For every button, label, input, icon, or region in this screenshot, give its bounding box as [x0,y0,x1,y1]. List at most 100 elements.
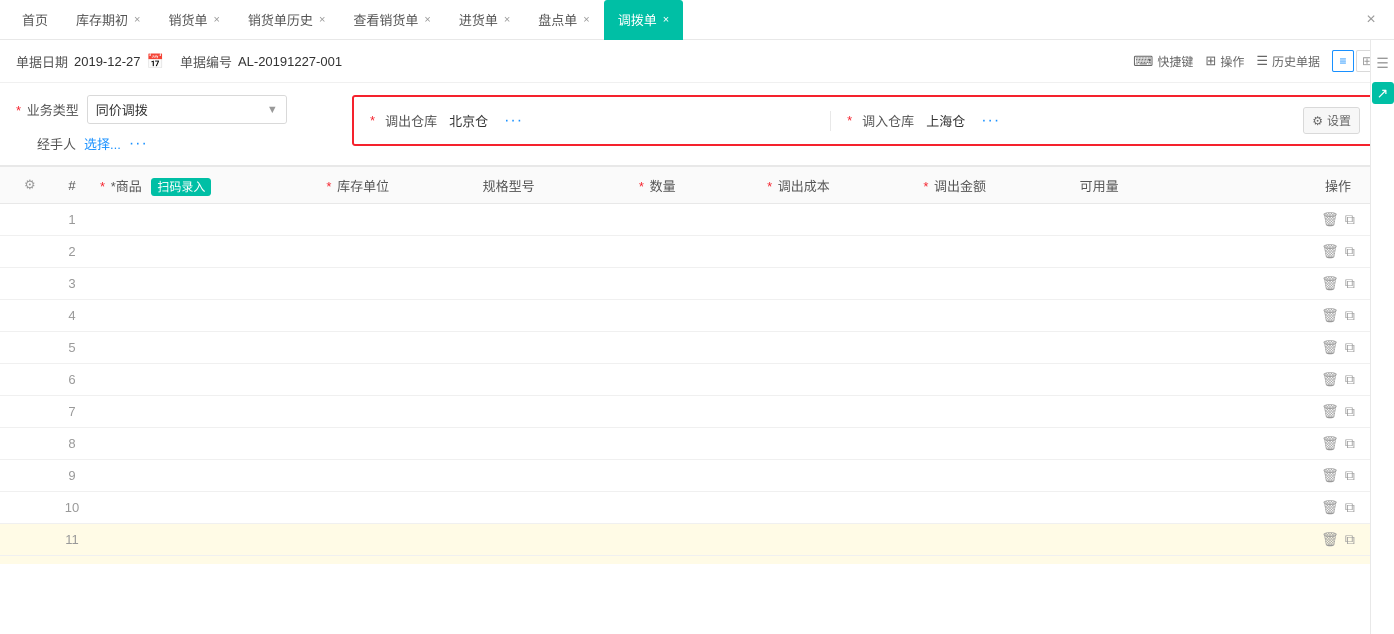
copy-icon[interactable]: ⧉ [1345,499,1355,516]
table-row: 2 🗑 ⧉ [0,236,1394,268]
number-label: 单据编号 [180,52,232,71]
right-sidebar: ☰ ↗ [1370,40,1394,634]
tab-inventory-close[interactable]: × [583,14,589,26]
gear-icon: ⚙ [1312,114,1323,128]
tab-home[interactable]: 首页 [8,0,62,40]
copy-icon[interactable]: ⧉ [1345,307,1355,324]
agent-more-button[interactable]: ··· [129,135,148,153]
tab-stock-init[interactable]: 库存期初 × [62,0,154,40]
warehouse-selection-box: * 调出仓库 北京仓 ··· * 调入仓库 上海仓 ··· ⚙ 设置 [352,95,1378,146]
tab-sales-history-label: 销货单历史 [248,10,313,29]
out-warehouse-more-button[interactable]: ··· [504,112,523,130]
agent-label: 经手人 [16,134,76,153]
copy-icon[interactable]: ⧉ [1345,339,1355,356]
delete-icon[interactable]: 🗑 [1321,307,1339,324]
copy-icon[interactable]: ⧉ [1345,403,1355,420]
out-warehouse-label: 调出仓库 [385,111,437,130]
delete-icon[interactable]: 🗑 [1321,211,1339,228]
tab-transfer-close[interactable]: × [663,14,669,26]
copy-icon[interactable]: ⧉ [1345,243,1355,260]
out-warehouse-section: * 调出仓库 北京仓 ··· [370,111,814,130]
tab-sales-order-close[interactable]: × [213,14,219,26]
delete-icon[interactable]: 🗑 [1321,403,1339,420]
operations-button[interactable]: ⊞ 操作 [1205,53,1244,70]
table-header: ⚙ # * *商品 扫码录入 * 库存单位 规格型号 * 数量 * 调出成本 [0,166,1394,204]
copy-icon[interactable]: ⧉ [1345,467,1355,484]
operations-label: 操作 [1220,53,1244,70]
business-type-row: * 业务类型 同价调拨 ▼ [16,95,336,124]
tab-view-sales[interactable]: 查看销货单 × [339,0,444,40]
tab-inventory-label: 盘点单 [538,10,577,29]
row-num: 1 [52,212,92,227]
copy-icon[interactable]: ⧉ [1345,531,1355,548]
sidebar-list-icon[interactable]: ☰ [1372,52,1394,74]
tab-sales-order[interactable]: 销货单 × [154,0,233,40]
tab-inventory[interactable]: 盘点单 × [524,0,603,40]
in-warehouse-section: * 调入仓库 上海仓 ··· [847,111,1291,130]
delete-icon[interactable]: 🗑 [1321,467,1339,484]
agent-select-link[interactable]: 选择... [84,134,121,153]
business-type-select[interactable]: 同价调拨 ▼ [87,95,287,124]
tab-stock-init-close[interactable]: × [134,14,140,26]
copy-icon[interactable]: ⧉ [1345,275,1355,292]
delete-icon[interactable]: 🗑 [1321,499,1339,516]
table-row: 10 🗑 ⧉ [0,492,1394,524]
sidebar-expand-icon[interactable]: ↗ [1372,82,1394,104]
calendar-icon[interactable]: 📅 [147,53,164,70]
table-body: 1 🗑 ⧉ 2 [0,204,1394,564]
shortcuts-button[interactable]: ⌨ 快捷键 [1133,53,1193,70]
date-value[interactable]: 2019-12-27 [74,54,141,69]
tab-sales-order-label: 销货单 [168,10,207,29]
table-container: ⚙ # * *商品 扫码录入 * 库存单位 规格型号 * 数量 * 调出成本 [0,165,1394,564]
chevron-down-icon: ▼ [267,104,278,116]
gear-icon[interactable]: ⚙ [24,177,36,192]
delete-icon[interactable]: 🗑 [1321,531,1339,548]
shortcuts-icon: ⌨ [1133,53,1153,70]
tab-transfer[interactable]: 调拨单 × [604,0,683,40]
subtotal-row: 11 🗑 ⧉ [0,524,1394,556]
history-button[interactable]: ☰ 历史单据 [1256,53,1320,70]
table-row: 9 🗑 ⧉ [0,460,1394,492]
form-left: * 业务类型 同价调拨 ▼ 经手人 选择... ··· [16,95,336,153]
table-row: 1 🗑 ⧉ [0,204,1394,236]
business-type-value: 同价调拨 [96,100,148,119]
delete-icon[interactable]: 🗑 [1321,339,1339,356]
setting-button[interactable]: ⚙ 设置 [1303,107,1360,134]
subtotal-summary-row: 小计 0.00 0.00 0.00 [0,556,1394,564]
out-warehouse-required: * [370,113,375,128]
in-warehouse-required: * [847,113,852,128]
copy-icon[interactable]: ⧉ [1345,371,1355,388]
delete-icon[interactable]: 🗑 [1321,371,1339,388]
window-close-button[interactable]: × [1356,5,1386,35]
op-cell: 🗑 ⧉ [1298,211,1378,228]
th-spec: 规格型号 [475,176,631,195]
tab-sales-history[interactable]: 销货单历史 × [234,0,339,40]
app-container: 首页 库存期初 × 销货单 × 销货单历史 × 查看销货单 × 进货单 × 盘点… [0,0,1394,634]
number-value[interactable]: AL-20191227-001 [238,54,342,69]
table-row: 4 🗑 ⧉ [0,300,1394,332]
out-warehouse-value[interactable]: 北京仓 [449,111,488,130]
th-available: 可用量 [1072,176,1298,195]
tab-purchase[interactable]: 进货单 × [445,0,524,40]
copy-icon[interactable]: ⧉ [1345,211,1355,228]
th-unit-label: 库存单位 [337,179,389,194]
tab-purchase-close[interactable]: × [504,14,510,26]
number-field: 单据编号 AL-20191227-001 [180,52,342,71]
toolbar-actions: ⌨ 快捷键 ⊞ 操作 ☰ 历史单据 ≡ ⊞ [1133,50,1378,72]
th-settings: ⚙ [16,177,52,193]
table-row: 8 🗑 ⧉ [0,428,1394,460]
delete-icon[interactable]: 🗑 [1321,243,1339,260]
th-cost: * 调出成本 [759,176,915,195]
history-icon: ☰ [1256,53,1268,69]
scan-button[interactable]: 扫码录入 [151,178,211,196]
in-warehouse-value[interactable]: 上海仓 [926,111,965,130]
warehouse-divider [830,111,831,131]
view-list-button[interactable]: ≡ [1332,50,1354,72]
delete-icon[interactable]: 🗑 [1321,435,1339,452]
copy-icon[interactable]: ⧉ [1345,435,1355,452]
delete-icon[interactable]: 🗑 [1321,275,1339,292]
table-row: 3 🗑 ⧉ [0,268,1394,300]
tab-sales-history-close[interactable]: × [319,14,325,26]
tab-view-sales-close[interactable]: × [424,14,430,26]
in-warehouse-more-button[interactable]: ··· [981,112,1000,130]
